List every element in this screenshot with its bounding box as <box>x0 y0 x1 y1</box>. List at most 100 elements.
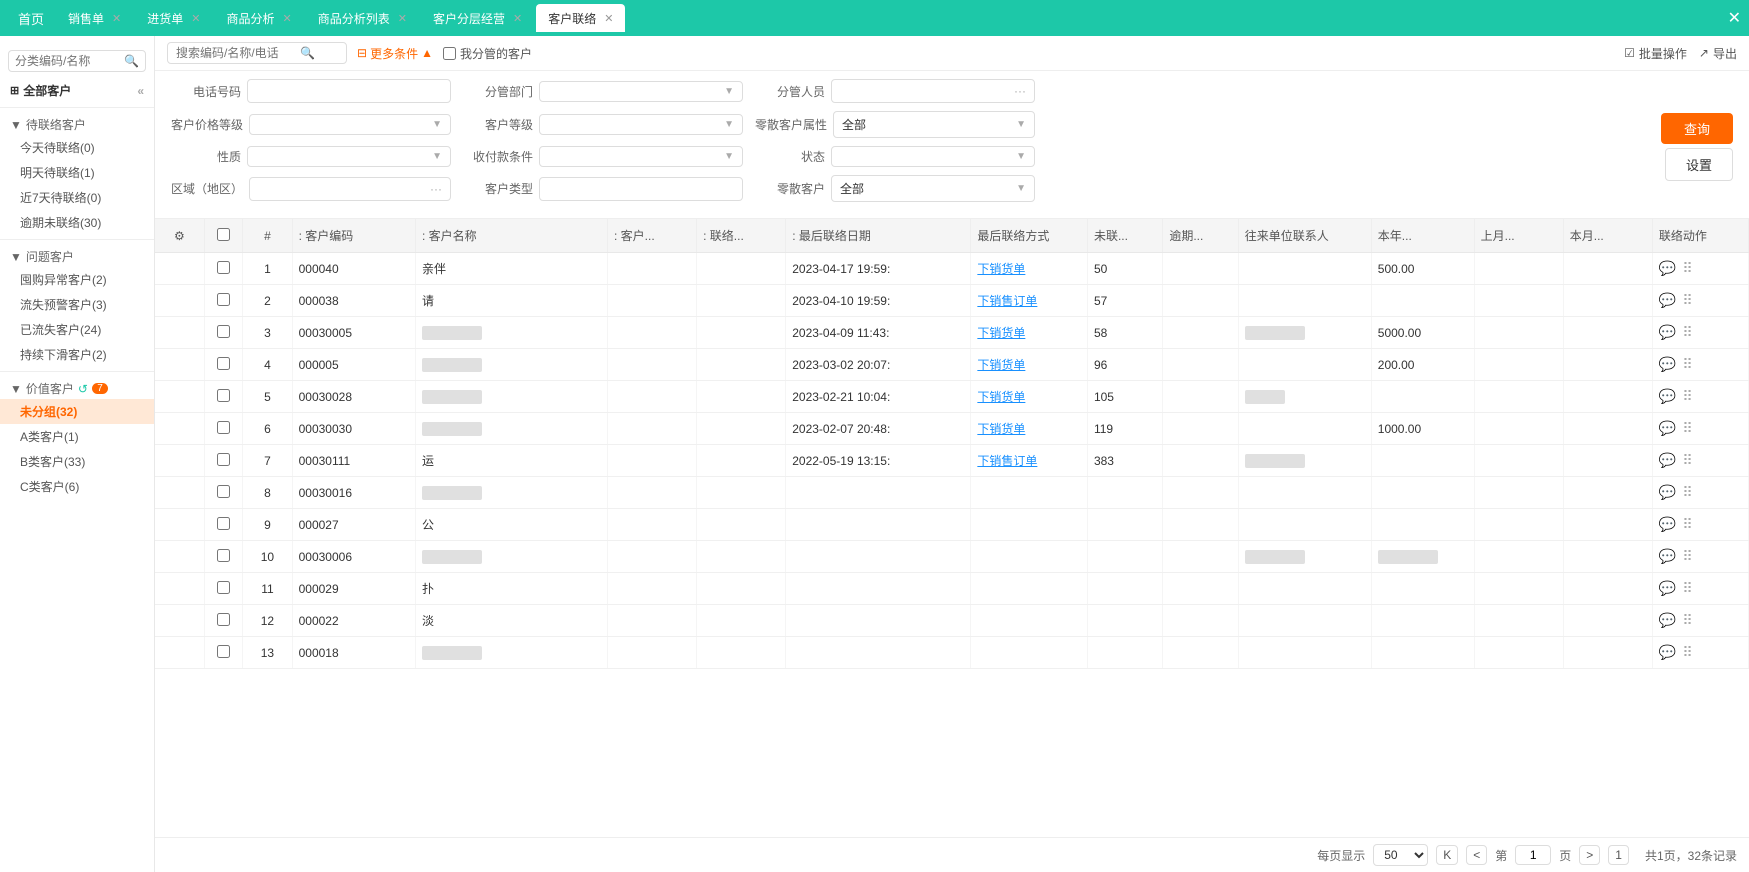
last-way-link[interactable]: 下销货单 <box>977 326 1025 340</box>
col-pending-header[interactable]: 未联... <box>1087 219 1162 253</box>
sidebar-item-c-class[interactable]: C类客户(6) <box>0 474 154 499</box>
select-all-checkbox[interactable] <box>217 228 230 241</box>
row-check[interactable] <box>204 253 242 285</box>
nav-tab-sales[interactable]: 销售单 ✕ <box>56 4 133 32</box>
nav-tab-analysis[interactable]: 商品分析 ✕ <box>214 4 303 32</box>
scatter-attr-select[interactable]: 全部 ▼ <box>833 111 1035 138</box>
sidebar-group-pending[interactable]: ▼ 待联络客户 <box>0 112 154 135</box>
close-icon[interactable]: ✕ <box>604 12 613 25</box>
my-customers-checkbox[interactable]: 我分管的客户 <box>443 45 532 62</box>
nav-tab-analysis-list[interactable]: 商品分析列表 ✕ <box>306 4 419 32</box>
filter-search-box[interactable]: 🔍 <box>167 42 347 64</box>
row-check[interactable] <box>204 573 242 605</box>
sidebar-item-today[interactable]: 今天待联络(0) <box>0 135 154 160</box>
sidebar-item-abnormal[interactable]: 囤购异常客户(2) <box>0 267 154 292</box>
row-check[interactable] <box>204 317 242 349</box>
row-checkbox[interactable] <box>217 485 230 498</box>
message-icon[interactable]: 💬 <box>1659 356 1676 373</box>
more-icon[interactable]: ⠿ <box>1682 580 1692 597</box>
row-checkbox[interactable] <box>217 453 230 466</box>
per-page-select[interactable]: 50 20 100 <box>1373 844 1428 866</box>
message-icon[interactable]: 💬 <box>1659 260 1676 277</box>
message-icon[interactable]: 💬 <box>1659 644 1676 661</box>
message-icon[interactable]: 💬 <box>1659 580 1676 597</box>
row-checkbox[interactable] <box>217 421 230 434</box>
close-all-icon[interactable]: ✕ <box>1728 8 1741 28</box>
more-conditions-btn[interactable]: ⊟ 更多条件 ▲ <box>357 45 433 62</box>
sidebar-item-declining[interactable]: 持续下滑客户(2) <box>0 342 154 367</box>
reset-button[interactable]: 设置 <box>1665 148 1733 181</box>
sidebar-group-problem[interactable]: ▼ 问题客户 <box>0 244 154 267</box>
row-check[interactable] <box>204 605 242 637</box>
more-icon[interactable]: ⠿ <box>1682 548 1692 565</box>
last-way-link[interactable]: 下销货单 <box>977 390 1025 404</box>
more-icon[interactable]: ⠿ <box>1682 324 1692 341</box>
last-way-link[interactable]: 下销货单 <box>977 262 1025 276</box>
close-icon[interactable]: ✕ <box>283 12 292 25</box>
sidebar-item-b-class[interactable]: B类客户(33) <box>0 449 154 474</box>
row-check[interactable] <box>204 477 242 509</box>
more-icon[interactable]: ⠿ <box>1682 292 1692 309</box>
col-name-header[interactable]: : 客户名称 <box>416 219 608 253</box>
row-checkbox[interactable] <box>217 325 230 338</box>
row-checkbox[interactable] <box>217 293 230 306</box>
col-contact-header[interactable]: : 联络... <box>697 219 786 253</box>
close-icon[interactable]: ✕ <box>513 12 522 25</box>
sidebar-item-churn-warning[interactable]: 流失预警客户(3) <box>0 292 154 317</box>
row-checkbox[interactable] <box>217 645 230 658</box>
message-icon[interactable]: 💬 <box>1659 548 1676 565</box>
refresh-icon[interactable]: ↺ <box>78 382 88 396</box>
row-check[interactable] <box>204 413 242 445</box>
col-date-header[interactable]: : 最后联络日期 <box>786 219 971 253</box>
col-partner-header[interactable]: 往来单位联系人 <box>1238 219 1371 253</box>
more-icon[interactable]: ⠿ <box>1682 420 1692 437</box>
price-level-select[interactable]: ▼ <box>249 114 451 135</box>
dept-select[interactable]: ▼ <box>539 81 743 102</box>
my-customers-check[interactable] <box>443 47 456 60</box>
sidebar-item-7days[interactable]: 近7天待联络(0) <box>0 185 154 210</box>
row-check[interactable] <box>204 541 242 573</box>
more-icon[interactable]: ⠿ <box>1682 612 1692 629</box>
nature-select[interactable]: ▼ <box>247 146 451 167</box>
more-icon[interactable]: ⠿ <box>1682 644 1692 661</box>
more-icon[interactable]: ⠿ <box>1682 452 1692 469</box>
nav-home[interactable]: 首页 <box>8 9 54 28</box>
col-lastmonth-header[interactable]: 上月... <box>1474 219 1563 253</box>
last-way-link[interactable]: 下销售订单 <box>977 294 1037 308</box>
close-icon[interactable]: ✕ <box>398 12 407 25</box>
col-code-header[interactable]: : 客户编码 <box>292 219 415 253</box>
row-checkbox[interactable] <box>217 261 230 274</box>
message-icon[interactable]: 💬 <box>1659 612 1676 629</box>
row-checkbox[interactable] <box>217 389 230 402</box>
query-button[interactable]: 查询 <box>1661 113 1733 144</box>
sidebar-item-overdue[interactable]: 逾期未联络(30) <box>0 210 154 235</box>
row-checkbox[interactable] <box>217 549 230 562</box>
col-lastway-header[interactable]: 最后联络方式 <box>971 219 1088 253</box>
last-way-link[interactable]: 下销售订单 <box>977 454 1037 468</box>
last-way-link[interactable]: 下销货单 <box>977 358 1025 372</box>
message-icon[interactable]: 💬 <box>1659 516 1676 533</box>
sidebar-item-ungroup[interactable]: 未分组(32) <box>0 399 154 424</box>
col-settings[interactable]: ⚙ <box>155 219 204 253</box>
prev-page-btn[interactable]: < <box>1466 845 1487 865</box>
scatter-cust-select[interactable]: 全部 ▼ <box>831 175 1035 202</box>
nav-tab-purchase[interactable]: 进货单 ✕ <box>135 4 212 32</box>
row-checkbox[interactable] <box>217 613 230 626</box>
sidebar-item-a-class[interactable]: A类客户(1) <box>0 424 154 449</box>
sidebar-all-customers[interactable]: ⊞ 全部客户 « <box>0 78 154 103</box>
row-checkbox[interactable] <box>217 581 230 594</box>
page-number-input[interactable] <box>1515 845 1551 865</box>
cust-type-input[interactable] <box>539 177 743 201</box>
row-check[interactable] <box>204 509 242 541</box>
row-check[interactable] <box>204 637 242 669</box>
nav-tab-customer-contact[interactable]: 客户联络 ✕ <box>536 4 625 32</box>
close-icon[interactable]: ✕ <box>191 12 200 25</box>
phone-input[interactable] <box>247 79 451 103</box>
row-checkbox[interactable] <box>217 357 230 370</box>
sidebar-search-box[interactable]: 🔍 <box>8 50 146 72</box>
row-check[interactable] <box>204 445 242 477</box>
more-icon[interactable]: ⠿ <box>1682 260 1692 277</box>
row-checkbox[interactable] <box>217 517 230 530</box>
message-icon[interactable]: 💬 <box>1659 292 1676 309</box>
region-select[interactable]: ··· <box>249 177 451 201</box>
